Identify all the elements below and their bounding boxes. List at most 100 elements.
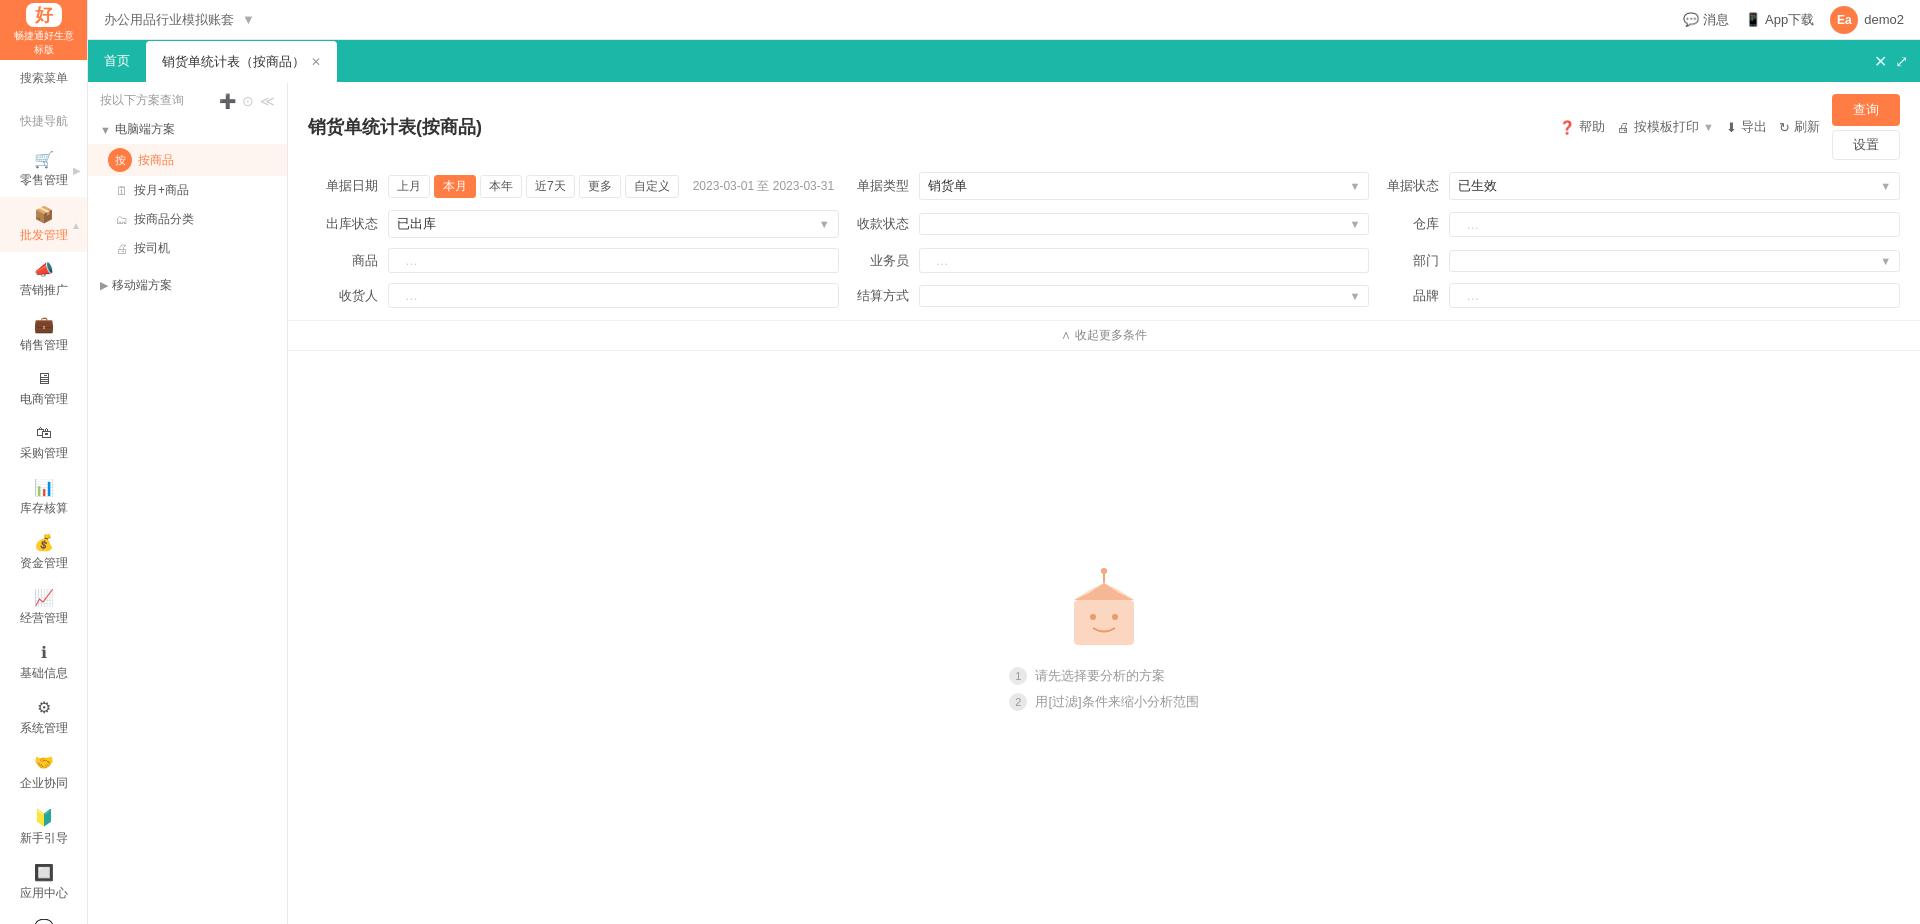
tabbar: 首页 销货单统计表（按商品） ✕ ✕ ⤢ bbox=[88, 40, 1920, 82]
system-icon: ⚙ bbox=[37, 698, 51, 717]
doc-status-label: 单据状态 bbox=[1369, 177, 1449, 195]
brand-dots[interactable]: … bbox=[1466, 288, 1479, 303]
receiver-label: 收货人 bbox=[308, 287, 388, 305]
page-header: 销货单统计表(按商品) ❓ 帮助 🖨 按模板打印 ▼ ⬇ 导出 bbox=[288, 82, 1920, 160]
refresh-btn[interactable]: ↻ 刷新 bbox=[1779, 118, 1820, 136]
doc-status-value: 已生效 bbox=[1458, 177, 1497, 195]
message-btn[interactable]: 💬 消息 bbox=[1683, 11, 1729, 29]
sidebar-item-wholesale[interactable]: 📦 批发管理 ▲ bbox=[0, 197, 87, 252]
home-tab-label: 首页 bbox=[104, 52, 130, 70]
collapse-panel-icon[interactable]: ≪ bbox=[260, 93, 275, 109]
topbar: 办公用品行业模拟账套 ▼ 💬 消息 📱 App下载 Ea demo2 bbox=[88, 0, 1920, 40]
warehouse-input[interactable]: … bbox=[1449, 212, 1900, 237]
receiver-input[interactable]: … bbox=[388, 283, 839, 308]
page-header-actions: ❓ 帮助 🖨 按模板打印 ▼ ⬇ 导出 ↻ 刷新 bbox=[1559, 94, 1900, 160]
edit-scheme-icon[interactable]: ⊙ bbox=[242, 93, 254, 109]
collect-status-select[interactable]: ▼ bbox=[919, 213, 1370, 235]
doc-status-select[interactable]: 已生效 ▼ bbox=[1449, 172, 1900, 200]
tab-report[interactable]: 销货单统计表（按商品） ✕ bbox=[146, 41, 337, 83]
goods-dots[interactable]: … bbox=[405, 253, 418, 268]
scheme-by-goods[interactable]: 按 按商品 bbox=[88, 144, 287, 176]
receiver-dots[interactable]: … bbox=[405, 288, 418, 303]
sidebar-item-system[interactable]: ⚙ 系统管理 bbox=[0, 690, 87, 745]
month-goods-label: 按月+商品 bbox=[134, 182, 189, 199]
collapse-filters-btn[interactable]: ∧ 收起更多条件 bbox=[288, 321, 1920, 351]
sales-label: 销售管理 bbox=[20, 337, 68, 354]
export-btn[interactable]: ⬇ 导出 bbox=[1726, 118, 1767, 136]
sidebar-item-appstore[interactable]: 🔲 应用中心 bbox=[0, 855, 87, 910]
help-label: 帮助 bbox=[1579, 118, 1605, 136]
help-btn[interactable]: ❓ 帮助 bbox=[1559, 118, 1605, 136]
tab-home[interactable]: 首页 bbox=[88, 40, 146, 82]
settings-button[interactable]: 设置 bbox=[1832, 130, 1900, 160]
marketing-icon: 📣 bbox=[34, 260, 54, 279]
salesman-input[interactable]: … bbox=[919, 248, 1370, 273]
sidebar-item-guide[interactable]: 🔰 新手引导 bbox=[0, 800, 87, 855]
main-area: 办公用品行业模拟账套 ▼ 💬 消息 📱 App下载 Ea demo2 首页 销货… bbox=[88, 0, 1920, 924]
warehouse-label: 仓库 bbox=[1369, 215, 1449, 233]
tab-close-icon[interactable]: ✕ bbox=[311, 55, 321, 69]
sidebar-item-retail[interactable]: 🛒 零售管理 ▶ bbox=[0, 142, 87, 197]
add-scheme-icon[interactable]: ➕ bbox=[219, 93, 236, 109]
custom-btn[interactable]: 自定义 bbox=[625, 175, 679, 198]
scheme-by-cashier[interactable]: 🖨 按司机 bbox=[88, 234, 287, 263]
sidebar-item-ecommerce[interactable]: 🖥 电商管理 bbox=[0, 362, 87, 416]
department-select[interactable]: ▼ bbox=[1449, 250, 1900, 272]
last-month-btn[interactable]: 上月 bbox=[388, 175, 430, 198]
sidebar-item-finance[interactable]: 💰 资金管理 bbox=[0, 525, 87, 580]
doc-type-select[interactable]: 销货单 ▼ bbox=[919, 172, 1370, 200]
sidebar-item-marketing[interactable]: 📣 营销推广 bbox=[0, 252, 87, 307]
this-year-btn[interactable]: 本年 bbox=[480, 175, 522, 198]
search-menu[interactable]: 搜索菜单 bbox=[0, 60, 87, 97]
purchase-icon: 🛍 bbox=[36, 424, 52, 442]
logo-text: 畅捷通好生意 bbox=[14, 29, 74, 43]
svg-point-5 bbox=[1112, 614, 1118, 620]
pc-group-title[interactable]: ▼ 电脑端方案 bbox=[88, 115, 287, 144]
template-print-label: 按模板打印 bbox=[1634, 118, 1699, 136]
brand-input[interactable]: … bbox=[1449, 283, 1900, 308]
sidebar-item-stock[interactable]: 📊 库存核算 bbox=[0, 470, 87, 525]
settle-label: 结算方式 bbox=[839, 287, 919, 305]
mobile-group-title[interactable]: ▶ 移动端方案 bbox=[88, 271, 287, 300]
last7-btn[interactable]: 近7天 bbox=[526, 175, 575, 198]
this-month-btn[interactable]: 本月 bbox=[434, 175, 476, 198]
query-button[interactable]: 查询 bbox=[1832, 94, 1900, 126]
template-print-btn[interactable]: 🖨 按模板打印 ▼ bbox=[1617, 118, 1714, 136]
left-panel: 按以下方案查询 ➕ ⊙ ≪ ▼ 电脑端方案 按 按商品 bbox=[88, 82, 288, 924]
tab-close-all-icon[interactable]: ✕ bbox=[1874, 52, 1887, 71]
sidebar-item-wechat[interactable]: 💬 企业微信 bbox=[0, 910, 87, 924]
pc-scheme-group: ▼ 电脑端方案 按 按商品 🗓 按月+商品 🗂 按商品分类 🖨 bbox=[88, 115, 287, 271]
collect-status-chevron: ▼ bbox=[1349, 218, 1360, 230]
out-status-select[interactable]: 已出库 ▼ bbox=[388, 210, 839, 238]
filter-row-3: 商品 … 业务员 … 部门 bbox=[308, 248, 1900, 273]
sidebar-item-enterprise[interactable]: 🤝 企业协同 bbox=[0, 745, 87, 800]
tab-expand-icon[interactable]: ⤢ bbox=[1895, 52, 1908, 71]
more-btn[interactable]: 更多 bbox=[579, 175, 621, 198]
sidebar-item-purchase[interactable]: 🛍 采购管理 bbox=[0, 416, 87, 470]
user-area[interactable]: Ea demo2 bbox=[1830, 6, 1904, 34]
quick-nav-label: 快捷导航 bbox=[0, 105, 87, 134]
salesman-dots[interactable]: … bbox=[936, 253, 949, 268]
cashier-label: 按司机 bbox=[134, 240, 170, 257]
scheme-by-category[interactable]: 🗂 按商品分类 bbox=[88, 205, 287, 234]
logo-icon: 好 bbox=[26, 3, 62, 27]
department-label: 部门 bbox=[1369, 252, 1449, 270]
month-goods-icon: 🗓 bbox=[116, 184, 128, 198]
sidebar-item-sales[interactable]: 💼 销售管理 bbox=[0, 307, 87, 362]
date-range: 2023-03-01 至 2023-03-31 bbox=[693, 178, 834, 195]
dropdown-icon[interactable]: ▼ bbox=[242, 12, 255, 27]
goods-input[interactable]: … bbox=[388, 248, 839, 273]
settle-select[interactable]: ▼ bbox=[919, 285, 1370, 307]
sidebar-item-basic[interactable]: ℹ 基础信息 bbox=[0, 635, 87, 690]
date-buttons: 上月 本月 本年 近7天 更多 自定义 bbox=[388, 175, 679, 198]
pc-group-arrow: ▼ bbox=[100, 124, 111, 136]
app-download-btn[interactable]: 📱 App下载 bbox=[1745, 11, 1814, 29]
brand-cell: 品牌 … bbox=[1369, 283, 1900, 308]
hint-num-1: 1 bbox=[1009, 667, 1027, 685]
category-icon: 🗂 bbox=[116, 213, 128, 227]
scheme-by-month-goods[interactable]: 🗓 按月+商品 bbox=[88, 176, 287, 205]
pc-group-label: 电脑端方案 bbox=[115, 121, 175, 138]
sidebar-item-operation[interactable]: 📈 经营管理 bbox=[0, 580, 87, 635]
retail-label: 零售管理 bbox=[20, 172, 68, 189]
warehouse-dots[interactable]: … bbox=[1466, 217, 1479, 232]
